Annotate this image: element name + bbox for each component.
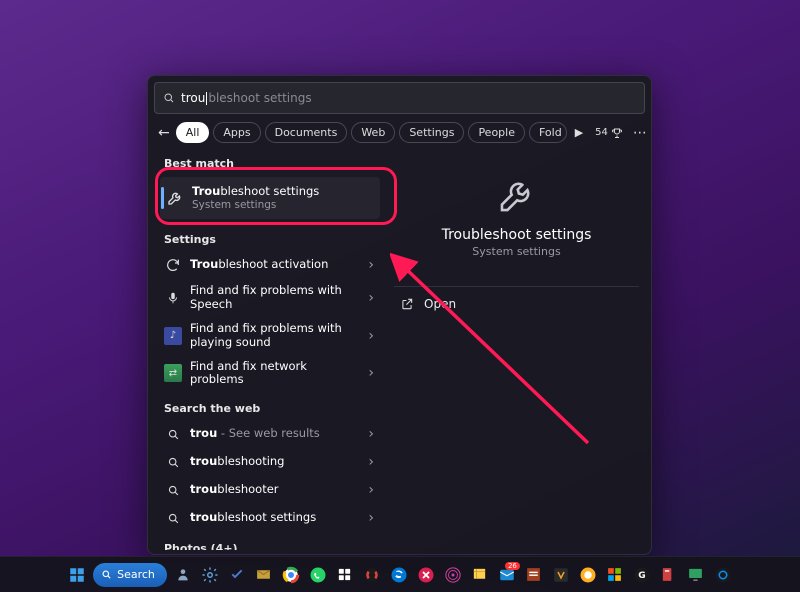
web-result[interactable]: troubleshoot settings › [160,504,380,532]
filter-documents[interactable]: Documents [265,122,348,143]
svg-text:G: G [638,571,645,581]
taskbar-app-icon[interactable] [307,564,329,586]
taskbar-app-icon[interactable]: 26 [496,564,518,586]
search-icon [164,453,182,471]
search-icon [163,92,175,104]
taskbar-app-icon[interactable] [442,564,464,586]
network-icon: ⇄ [164,364,182,382]
filter-more-button[interactable]: ▶ [571,126,587,139]
start-button[interactable] [66,564,88,586]
detail-card: Troubleshoot settings System settings Op… [394,155,639,321]
filter-all[interactable]: All [176,122,210,143]
settings-result[interactable]: Find and fix problems with Speech › [160,279,380,317]
section-search-web: Search the web [160,392,380,420]
text-caret [206,92,207,105]
open-action[interactable]: Open [394,287,639,321]
taskbar-app-icon[interactable] [172,564,194,586]
search-icon [164,425,182,443]
settings-result[interactable]: ♪ Find and fix problems with playing sou… [160,317,380,355]
taskbar-search[interactable]: Search [93,563,167,587]
taskbar-app-icon[interactable] [685,564,707,586]
detail-subtitle: System settings [472,245,560,258]
taskbar-app-icon[interactable] [712,564,734,586]
chevron-right-icon: › [368,365,374,381]
taskbar-app-icon[interactable]: G [631,564,653,586]
result-title: troubleshooter [190,483,360,497]
options-button[interactable]: ⋯ [627,125,653,141]
wrench-icon [495,173,539,217]
taskbar-app-icon[interactable] [469,564,491,586]
music-icon: ♪ [164,327,182,345]
open-icon [400,297,414,311]
taskbar-app-icon[interactable] [388,564,410,586]
settings-result[interactable]: Troubleshoot activation › [160,251,380,279]
search-icon [101,569,112,580]
taskbar-app-icon[interactable] [658,564,680,586]
taskbar-app-icon[interactable] [199,564,221,586]
taskbar-app-icon[interactable] [577,564,599,586]
chevron-right-icon: › [368,328,374,344]
filter-row: ← All Apps Documents Web Settings People… [148,118,651,145]
mic-icon [164,289,182,307]
filter-people[interactable]: People [468,122,525,143]
taskbar-app-icon[interactable] [226,564,248,586]
filter-folders-truncated[interactable]: Fold [529,122,567,143]
filter-web[interactable]: Web [351,122,395,143]
chevron-right-icon: › [368,426,374,442]
search-typed-text: trou [181,91,205,105]
best-match-result[interactable]: Troubleshoot settings System settings [160,177,380,219]
rewards-indicator[interactable]: 54 [595,127,623,139]
results-column: Best match Troubleshoot settings System … [148,145,384,550]
chevron-right-icon: › [368,290,374,306]
chevron-right-icon: › [368,482,374,498]
open-label: Open [424,297,456,311]
result-title: Find and fix problems with playing sound [190,322,360,350]
search-icon [164,509,182,527]
taskbar-app-icon[interactable] [253,564,275,586]
section-settings: Settings [160,223,380,251]
settings-result[interactable]: ⇄ Find and fix network problems › [160,355,380,393]
result-title: Find and fix problems with Speech [190,284,360,312]
search-input[interactable]: troubleshoot settings [154,82,645,114]
rewards-count: 54 [595,127,608,138]
taskbar-search-label: Search [117,568,155,581]
section-best-match: Best match [160,147,380,175]
taskbar-app-icon[interactable] [604,564,626,586]
taskbar-app-icon[interactable] [415,564,437,586]
search-icon [164,481,182,499]
taskbar-app-icon[interactable] [550,564,572,586]
selection-accent [161,187,164,209]
search-panel: troubleshoot settings ← All Apps Documen… [147,75,652,555]
filter-settings[interactable]: Settings [399,122,464,143]
web-result[interactable]: trou - See web results › [160,420,380,448]
taskbar-app-icon[interactable] [280,564,302,586]
taskbar: Search 26 G [0,556,800,592]
result-title: Troubleshoot activation [190,258,360,272]
web-result[interactable]: troubleshooting › [160,448,380,476]
detail-title: Troubleshoot settings [442,227,592,243]
chevron-right-icon: › [368,454,374,470]
chevron-right-icon: › [368,257,374,273]
taskbar-app-icon[interactable] [523,564,545,586]
wrench-icon [166,189,184,207]
badge-count: 26 [505,562,520,570]
result-title: troubleshoot settings [190,511,360,525]
search-ghost-text: bleshoot settings [208,91,311,105]
taskbar-app-icon[interactable] [361,564,383,586]
web-result[interactable]: troubleshooter › [160,476,380,504]
best-match-title: Troubleshoot settings [192,185,374,199]
chevron-right-icon: › [368,510,374,526]
best-match-subtitle: System settings [192,199,374,212]
refresh-icon [164,256,182,274]
section-photos[interactable]: Photos (4+) [160,532,380,550]
back-button[interactable]: ← [158,125,170,141]
result-title: Find and fix network problems [190,360,360,388]
result-title: troubleshooting [190,455,360,469]
filter-apps[interactable]: Apps [213,122,260,143]
result-title: trou - See web results [190,427,360,441]
trophy-icon [611,127,623,139]
detail-column: Troubleshoot settings System settings Op… [384,145,651,550]
taskbar-app-icon[interactable] [334,564,356,586]
